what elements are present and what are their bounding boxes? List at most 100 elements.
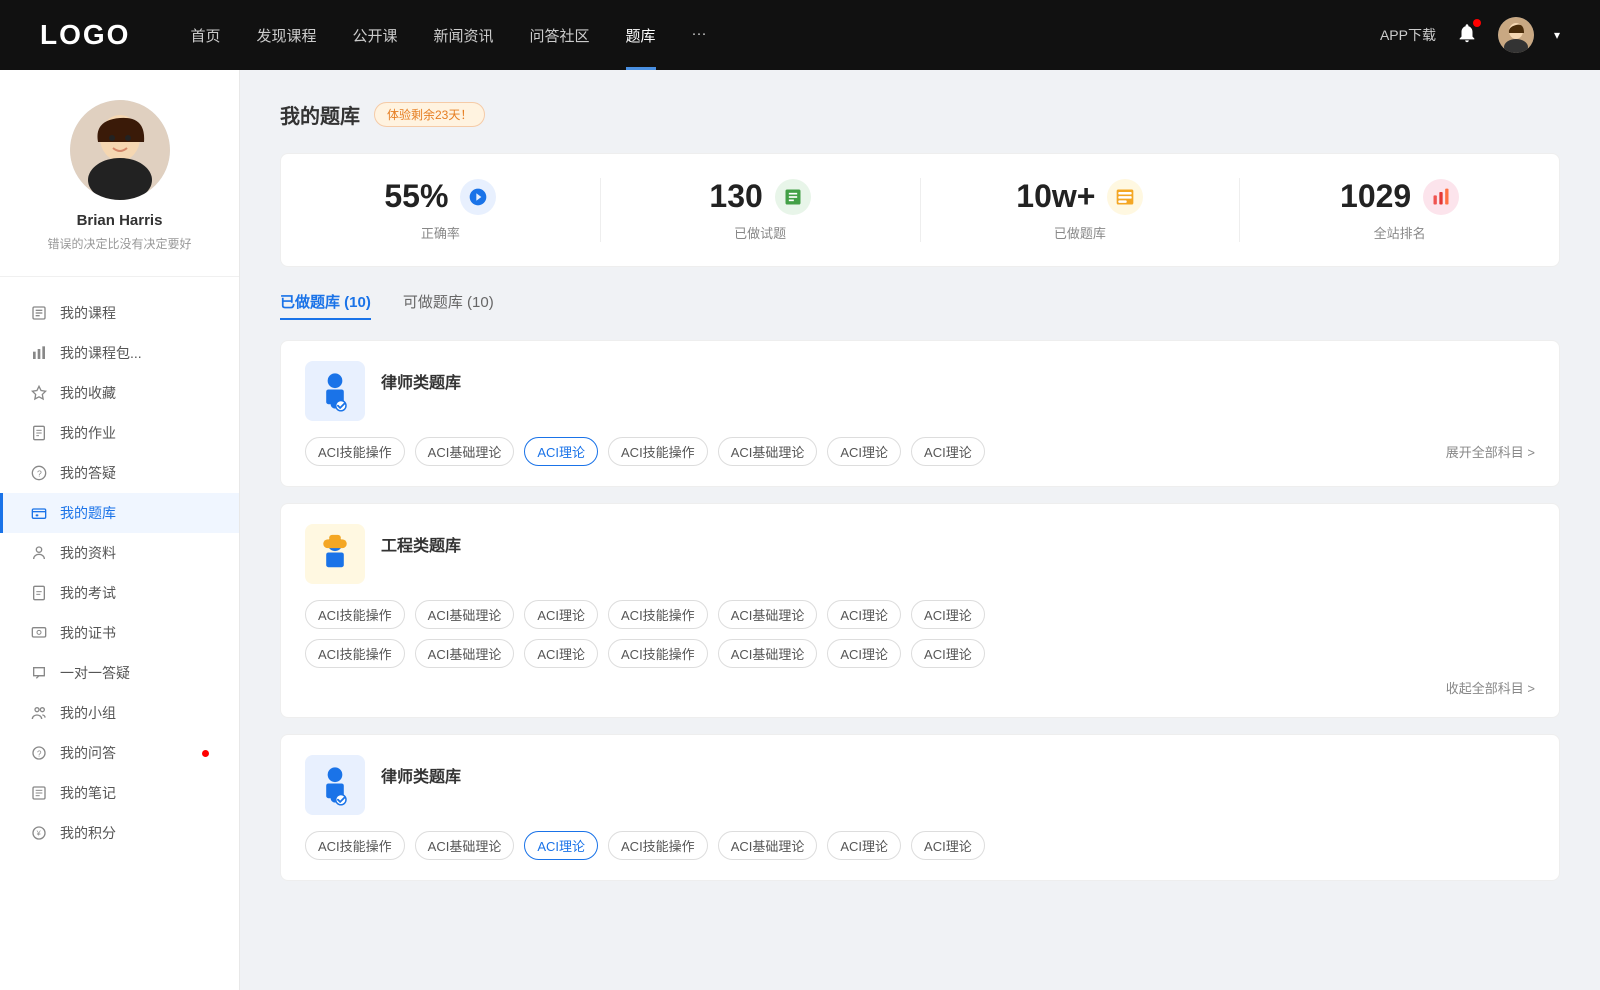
sidebar-favorites-label: 我的收藏 [60, 383, 209, 403]
points-icon: ¥ [30, 824, 48, 842]
qbank-2-tag-1[interactable]: ACI基础理论 [415, 600, 515, 629]
qa-icon: ? [30, 744, 48, 762]
sidebar-item-qa[interactable]: ? 我的问答 [0, 733, 239, 773]
stat-banks: 10w+ 已做题库 [921, 178, 1241, 242]
qbank-3-tag-1[interactable]: ACI基础理论 [415, 831, 515, 860]
qbank-2-tags-row2: ACI技能操作 ACI基础理论 ACI理论 ACI技能操作 ACI基础理论 AC… [305, 639, 1535, 668]
profile-avatar [70, 100, 170, 200]
qbank-3-tag-6[interactable]: ACI理论 [911, 831, 985, 860]
sidebar-item-points[interactable]: ¥ 我的积分 [0, 813, 239, 853]
notification-bell[interactable] [1456, 22, 1478, 49]
qbank-2-tag-4[interactable]: ACI基础理论 [718, 600, 818, 629]
qbank-2-tag-r2-3[interactable]: ACI技能操作 [608, 639, 708, 668]
qbank-1-tag-0[interactable]: ACI技能操作 [305, 437, 405, 466]
stat-banks-label: 已做题库 [941, 223, 1220, 242]
stat-accuracy: 55% 正确率 [281, 178, 601, 242]
file-icon [30, 584, 48, 602]
qbank-1-tag-6[interactable]: ACI理论 [911, 437, 985, 466]
stat-banks-top: 10w+ [941, 178, 1220, 215]
trial-badge: 体验剩余23天！ [374, 102, 485, 127]
page-title: 我的题库 [280, 100, 360, 129]
sidebar-item-group[interactable]: 我的小组 [0, 693, 239, 733]
question-icon: ? [30, 464, 48, 482]
qbank-3-tag-3[interactable]: ACI技能操作 [608, 831, 708, 860]
sidebar-course-pack-label: 我的课程包... [60, 343, 209, 363]
sidebar-item-one-on-one[interactable]: 一对一答疑 [0, 653, 239, 693]
qbank-2-tag-2[interactable]: ACI理论 [524, 600, 598, 629]
nav-discover[interactable]: 发现课程 [256, 25, 316, 46]
qbank-1-tag-4[interactable]: ACI基础理论 [718, 437, 818, 466]
qbank-2-tag-6[interactable]: ACI理论 [911, 600, 985, 629]
user-motto: 错误的决定比没有决定要好 [20, 235, 219, 252]
stats-bar: 55% 正确率 130 已做试题 10w+ [280, 153, 1560, 267]
qbank-3-tag-5[interactable]: ACI理论 [827, 831, 901, 860]
sidebar-item-courses[interactable]: 我的课程 [0, 293, 239, 333]
sidebar-item-bank[interactable]: 我的题库 [0, 493, 239, 533]
qbank-2-tag-r2-0[interactable]: ACI技能操作 [305, 639, 405, 668]
sidebar-item-course-pack[interactable]: 我的课程包... [0, 333, 239, 373]
nav-links: 首页 发现课程 公开课 新闻资讯 问答社区 题库 ··· [190, 25, 1380, 46]
cert-icon [30, 624, 48, 642]
doc-icon [30, 304, 48, 322]
task-icon [30, 424, 48, 442]
sidebar-certificate-label: 我的证书 [60, 623, 209, 643]
user-menu-chevron[interactable]: ▾ [1554, 28, 1560, 42]
qbank-card-1-header: 律师类题库 [305, 361, 1535, 421]
qbank-3-tag-4[interactable]: ACI基础理论 [718, 831, 818, 860]
sidebar-points-label: 我的积分 [60, 823, 209, 843]
qbank-3-tag-2[interactable]: ACI理论 [524, 831, 598, 860]
sidebar-item-answers[interactable]: ? 我的答疑 [0, 453, 239, 493]
qbank-2-tag-3[interactable]: ACI技能操作 [608, 600, 708, 629]
sidebar-item-favorites[interactable]: 我的收藏 [0, 373, 239, 413]
sidebar-item-certificate[interactable]: 我的证书 [0, 613, 239, 653]
sidebar-item-homework[interactable]: 我的作业 [0, 413, 239, 453]
nav-home[interactable]: 首页 [190, 25, 220, 46]
qbank-2-tag-r2-4[interactable]: ACI基础理论 [718, 639, 818, 668]
tab-available[interactable]: 可做题库 (10) [403, 291, 494, 320]
stat-ranking-value: 1029 [1340, 178, 1411, 215]
people-icon [30, 544, 48, 562]
sidebar-item-profile[interactable]: 我的资料 [0, 533, 239, 573]
qbank-1-tag-3[interactable]: ACI技能操作 [608, 437, 708, 466]
navbar-right: APP下载 ▾ [1380, 17, 1560, 53]
sidebar-item-notes[interactable]: 我的笔记 [0, 773, 239, 813]
sidebar-qa-label: 我的问答 [60, 743, 188, 763]
qbank-3-tag-0[interactable]: ACI技能操作 [305, 831, 405, 860]
app-download-button[interactable]: APP下载 [1380, 25, 1436, 45]
qbank-2-tag-r2-6[interactable]: ACI理论 [911, 639, 985, 668]
nav-qa[interactable]: 问答社区 [530, 25, 590, 46]
qbank-1-tag-5[interactable]: ACI理论 [827, 437, 901, 466]
stat-accuracy-top: 55% [301, 178, 580, 215]
qbank-1-tag-2[interactable]: ACI理论 [524, 437, 598, 466]
logo: LOGO [40, 19, 130, 51]
qbank-card-lawyer-2: 律师类题库 ACI技能操作 ACI基础理论 ACI理论 ACI技能操作 ACI基… [280, 734, 1560, 881]
note-icon [30, 784, 48, 802]
tab-done[interactable]: 已做题库 (10) [280, 291, 371, 320]
navbar: LOGO 首页 发现课程 公开课 新闻资讯 问答社区 题库 ··· APP下载 … [0, 0, 1600, 70]
stat-accuracy-label: 正确率 [301, 223, 580, 242]
qbank-1-tag-1[interactable]: ACI基础理论 [415, 437, 515, 466]
stat-accuracy-value: 55% [384, 178, 448, 215]
nav-more[interactable]: ··· [692, 25, 707, 46]
nav-news[interactable]: 新闻资讯 [434, 25, 494, 46]
qbank-1-expand[interactable]: 展开全部科目 > [1446, 442, 1535, 461]
sidebar-courses-label: 我的课程 [60, 303, 209, 323]
qbank-2-tag-r2-1[interactable]: ACI基础理论 [415, 639, 515, 668]
group-icon [30, 704, 48, 722]
star-icon [30, 384, 48, 402]
user-avatar[interactable] [1498, 17, 1534, 53]
qbank-1-tags-row: ACI技能操作 ACI基础理论 ACI理论 ACI技能操作 ACI基础理论 AC… [305, 437, 1535, 466]
nav-open-course[interactable]: 公开课 [352, 25, 397, 46]
qbank-2-tag-5[interactable]: ACI理论 [827, 600, 901, 629]
qbank-2-tag-r2-2[interactable]: ACI理论 [524, 639, 598, 668]
question-bank-tabs: 已做题库 (10) 可做题库 (10) [280, 291, 1560, 320]
qbank-2-tag-r2-5[interactable]: ACI理论 [827, 639, 901, 668]
stat-ranking-label: 全站排名 [1260, 223, 1539, 242]
sidebar-menu: 我的课程 我的课程包... 我的收藏 我的作业 [0, 277, 239, 869]
qbank-2-collapse-btn[interactable]: 收起全部科目 > [1446, 678, 1535, 697]
user-name: Brian Harris [20, 212, 219, 229]
nav-bank[interactable]: 题库 [626, 25, 656, 46]
qbank-2-tag-0[interactable]: ACI技能操作 [305, 600, 405, 629]
sidebar-item-exams[interactable]: 我的考试 [0, 573, 239, 613]
accuracy-icon [460, 179, 496, 215]
